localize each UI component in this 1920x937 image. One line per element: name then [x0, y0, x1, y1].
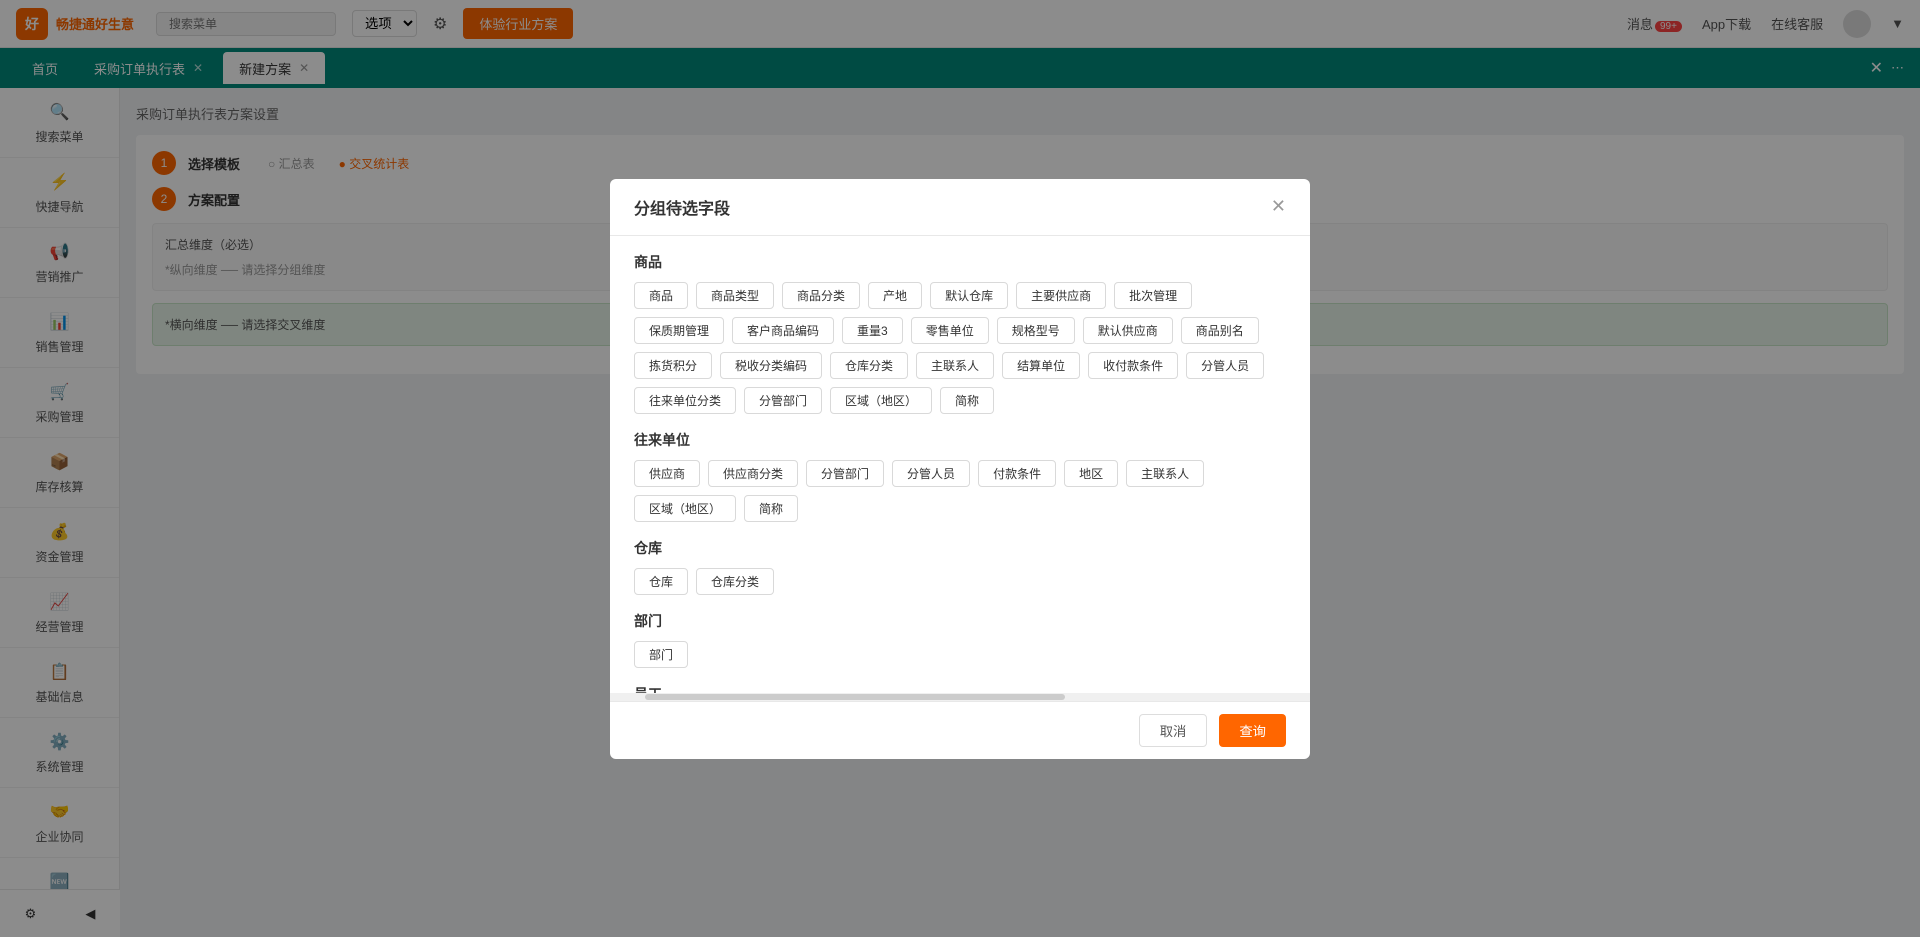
modal-dialog: 分组待选字段 ✕ 商品商品商品类型商品分类产地默认仓库主要供应商批次管理保质期管… [610, 179, 1310, 759]
field-tag-0-10[interactable]: 零售单位 [911, 317, 989, 344]
field-tag-0-17[interactable]: 主联系人 [916, 352, 994, 379]
field-group-2: 仓库仓库仓库分类 [634, 538, 1286, 595]
field-tag-0-15[interactable]: 税收分类编码 [720, 352, 822, 379]
field-tag-1-6[interactable]: 主联系人 [1126, 460, 1204, 487]
field-tag-0-7[interactable]: 保质期管理 [634, 317, 724, 344]
field-tag-0-6[interactable]: 批次管理 [1114, 282, 1192, 309]
field-tag-3-0[interactable]: 部门 [634, 641, 688, 668]
field-tag-0-2[interactable]: 商品分类 [782, 282, 860, 309]
field-group-1: 往来单位供应商供应商分类分管部门分管人员付款条件地区主联系人区域（地区） 简称 [634, 430, 1286, 522]
modal-body: 商品商品商品类型商品分类产地默认仓库主要供应商批次管理保质期管理客户商品编码重量… [610, 236, 1310, 693]
field-tag-0-22[interactable]: 分管部门 [744, 387, 822, 414]
field-tag-0-20[interactable]: 分管人员 [1186, 352, 1264, 379]
field-tag-0-11[interactable]: 规格型号 [997, 317, 1075, 344]
modal-header: 分组待选字段 ✕ [610, 179, 1310, 236]
field-tags-3: 部门 [634, 641, 1286, 668]
field-tag-1-3[interactable]: 分管人员 [892, 460, 970, 487]
field-tags-1: 供应商供应商分类分管部门分管人员付款条件地区主联系人区域（地区） 简称 [634, 460, 1286, 522]
field-tag-1-7[interactable]: 区域（地区） [634, 495, 736, 522]
modal-horizontal-scrollbar[interactable] [610, 693, 1310, 701]
field-tag-2-0[interactable]: 仓库 [634, 568, 688, 595]
modal-footer: 取消 查询 [610, 701, 1310, 759]
field-group-4: 员工业务员 [634, 684, 1286, 693]
field-tag-0-14[interactable]: 拣货积分 [634, 352, 712, 379]
cancel-button[interactable]: 取消 [1139, 714, 1208, 747]
field-tags-2: 仓库仓库分类 [634, 568, 1286, 595]
field-tag-0-13[interactable]: 商品别名 [1181, 317, 1259, 344]
scrollbar-thumb [645, 694, 1065, 700]
field-tags-0: 商品商品类型商品分类产地默认仓库主要供应商批次管理保质期管理客户商品编码重量3 零… [634, 282, 1286, 414]
field-group-3: 部门部门 [634, 611, 1286, 668]
field-group-title-0: 商品 [634, 252, 1286, 272]
field-group-title-2: 仓库 [634, 538, 1286, 558]
field-tag-0-19[interactable]: 收付款条件 [1088, 352, 1178, 379]
field-tag-1-1[interactable]: 供应商分类 [708, 460, 798, 487]
field-tag-0-0[interactable]: 商品 [634, 282, 688, 309]
field-tag-0-23[interactable]: 区域（地区） [830, 387, 932, 414]
field-tag-1-4[interactable]: 付款条件 [978, 460, 1056, 487]
field-tag-1-2[interactable]: 分管部门 [806, 460, 884, 487]
field-tag-1-8[interactable]: 简称 [744, 495, 798, 522]
field-group-title-3: 部门 [634, 611, 1286, 631]
field-tag-0-24[interactable]: 简称 [940, 387, 994, 414]
confirm-button[interactable]: 查询 [1219, 714, 1286, 747]
field-group-title-1: 往来单位 [634, 430, 1286, 450]
field-tag-0-8[interactable]: 客户商品编码 [732, 317, 834, 344]
field-tag-0-18[interactable]: 结算单位 [1002, 352, 1080, 379]
modal-overlay: 分组待选字段 ✕ 商品商品商品类型商品分类产地默认仓库主要供应商批次管理保质期管… [0, 0, 1920, 937]
field-tag-0-5[interactable]: 主要供应商 [1016, 282, 1106, 309]
field-tag-1-5[interactable]: 地区 [1064, 460, 1118, 487]
field-tag-0-21[interactable]: 往来单位分类 [634, 387, 736, 414]
field-tag-2-1[interactable]: 仓库分类 [696, 568, 774, 595]
field-group-0: 商品商品商品类型商品分类产地默认仓库主要供应商批次管理保质期管理客户商品编码重量… [634, 252, 1286, 414]
modal-title: 分组待选字段 [634, 195, 730, 219]
modal-close-button[interactable]: ✕ [1271, 196, 1286, 217]
field-group-title-4: 员工 [634, 684, 1286, 693]
field-tag-0-3[interactable]: 产地 [868, 282, 922, 309]
field-tag-0-16[interactable]: 仓库分类 [830, 352, 908, 379]
field-tag-0-9[interactable]: 重量3 [842, 317, 903, 344]
field-tag-0-12[interactable]: 默认供应商 [1083, 317, 1173, 344]
field-tag-0-1[interactable]: 商品类型 [696, 282, 774, 309]
field-tag-0-4[interactable]: 默认仓库 [930, 282, 1008, 309]
field-tag-1-0[interactable]: 供应商 [634, 460, 700, 487]
